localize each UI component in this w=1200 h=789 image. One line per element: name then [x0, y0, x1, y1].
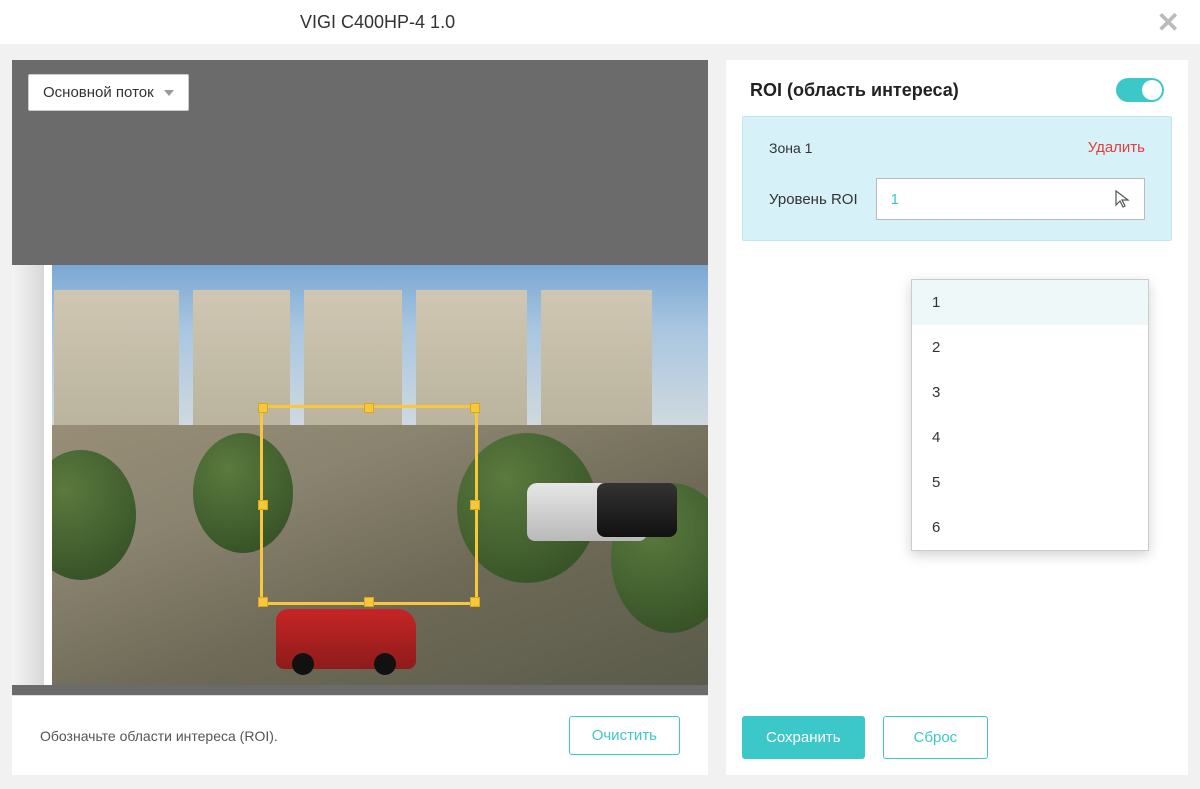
- building: [541, 290, 652, 433]
- delete-zone-link[interactable]: Удалить: [1088, 139, 1145, 156]
- roi-level-option[interactable]: 4: [912, 415, 1148, 460]
- tree: [193, 433, 293, 553]
- vehicle: [276, 609, 416, 669]
- video-footer: Обозначьте области интереса (ROI). Очист…: [12, 695, 708, 775]
- window-title: VIGI C400HP-4 1.0: [300, 12, 455, 33]
- stream-select-label: Основной поток: [43, 84, 154, 101]
- window-frame: [12, 265, 52, 685]
- reset-button[interactable]: Сброс: [883, 716, 989, 759]
- roi-level-row: Уровень ROI 1: [743, 178, 1171, 240]
- roi-level-option[interactable]: 2: [912, 325, 1148, 370]
- roi-level-option[interactable]: 5: [912, 460, 1148, 505]
- zone-header: Зона 1 Удалить: [743, 117, 1171, 178]
- toggle-knob: [1142, 80, 1162, 100]
- cursor-icon: [1114, 189, 1132, 214]
- roi-level-value: 1: [891, 191, 899, 208]
- roi-header: ROI (область интереса): [742, 78, 1172, 116]
- title-bar: VIGI C400HP-4 1.0 ✕: [0, 0, 1200, 44]
- building: [54, 290, 179, 433]
- content-area: Основной поток: [0, 44, 1200, 789]
- roi-settings-panel: ROI (область интереса) Зона 1 Удалить Ур…: [726, 60, 1188, 775]
- roi-level-label: Уровень ROI: [769, 191, 858, 208]
- roi-level-option[interactable]: 3: [912, 370, 1148, 415]
- roi-level-option[interactable]: 6: [912, 505, 1148, 550]
- roi-level-option[interactable]: 1: [912, 280, 1148, 325]
- video-panel: Основной поток: [12, 60, 708, 775]
- building: [193, 290, 290, 433]
- building: [416, 290, 527, 433]
- roi-title: ROI (область интереса): [750, 80, 959, 101]
- zone-card: Зона 1 Удалить Уровень ROI 1 123456: [742, 116, 1172, 241]
- vehicle: [597, 483, 677, 537]
- stream-select[interactable]: Основной поток: [28, 74, 189, 111]
- roi-hint-text: Обозначьте области интереса (ROI).: [40, 728, 278, 744]
- building: [304, 290, 401, 433]
- close-icon[interactable]: ✕: [1157, 6, 1180, 39]
- clear-button[interactable]: Очистить: [569, 716, 680, 755]
- camera-feed[interactable]: [12, 265, 708, 685]
- panel-actions: Сохранить Сброс: [742, 716, 988, 759]
- roi-level-dropdown[interactable]: 123456: [911, 279, 1149, 551]
- save-button[interactable]: Сохранить: [742, 716, 865, 759]
- roi-level-select[interactable]: 1: [876, 178, 1145, 220]
- chevron-down-icon: [164, 90, 174, 96]
- roi-toggle[interactable]: [1116, 78, 1164, 102]
- zone-name: Зона 1: [769, 140, 812, 156]
